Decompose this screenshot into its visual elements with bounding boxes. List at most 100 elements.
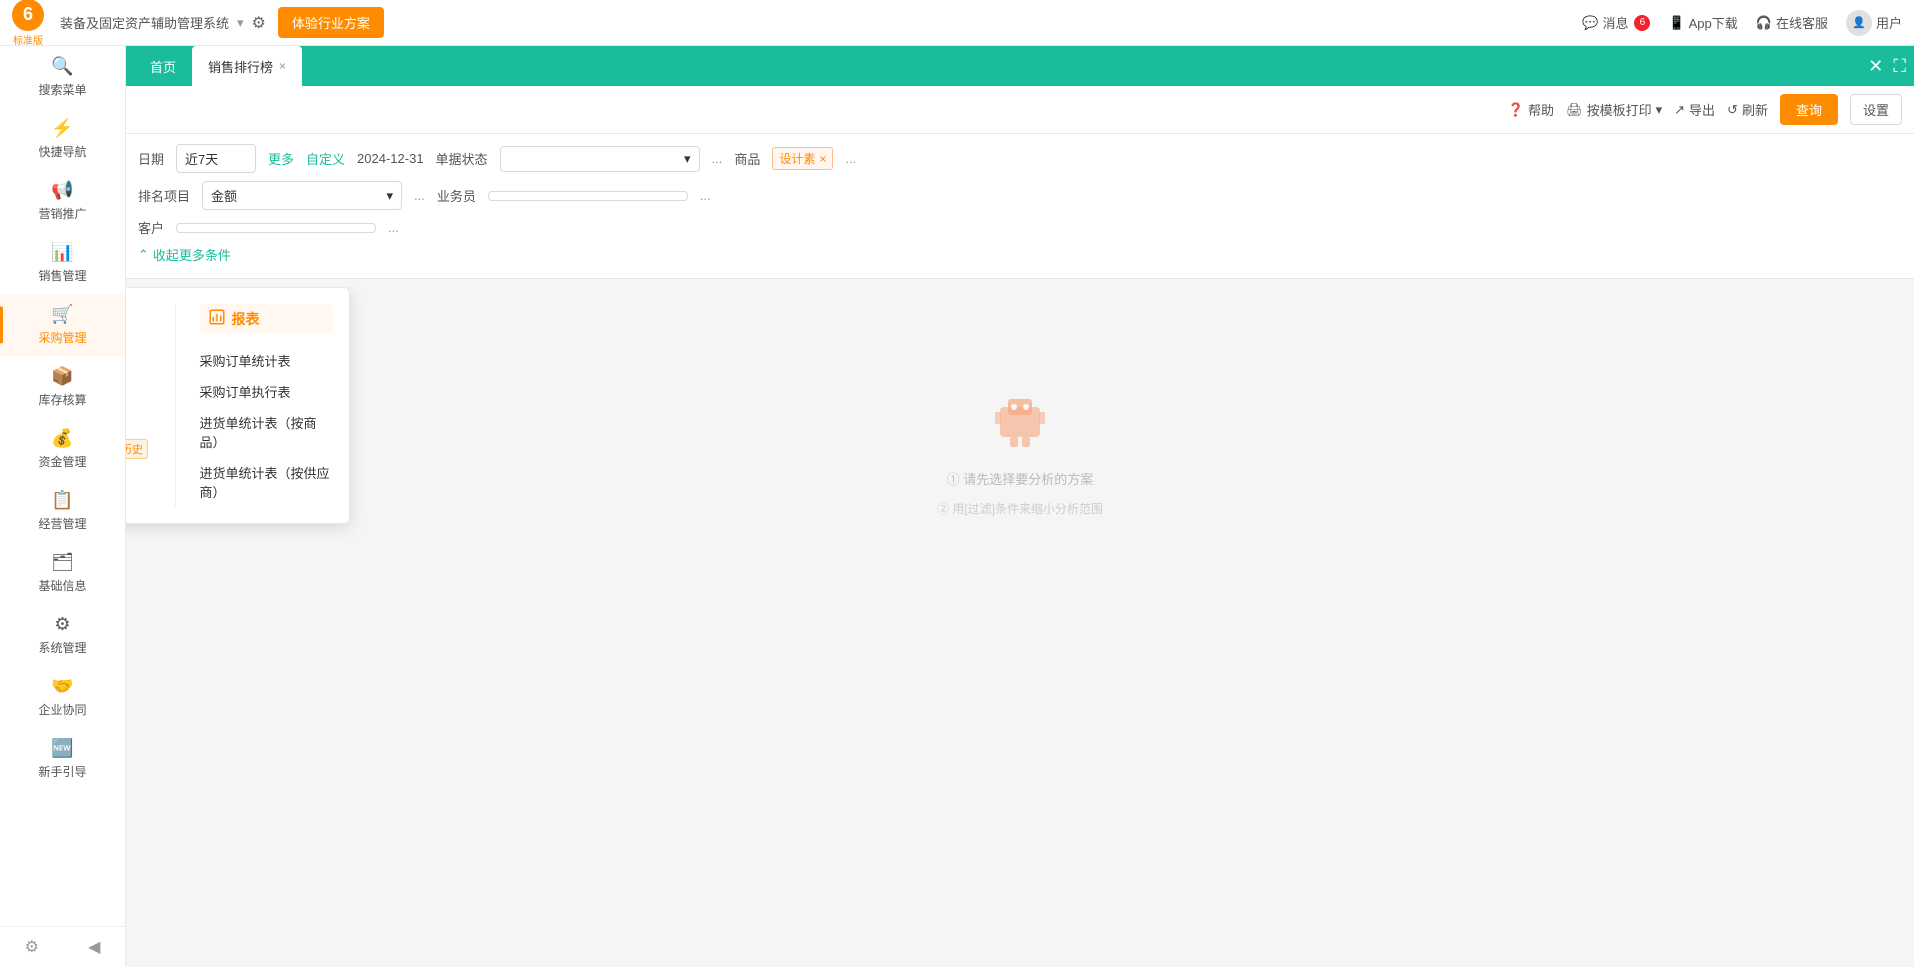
tab-sales-ranking[interactable]: 销售排行榜 ×	[192, 46, 302, 86]
sidebar-label-enterprise: 企业协同	[38, 701, 86, 718]
finance-icon: 💰	[51, 428, 73, 449]
sidebar-item-finance[interactable]: 💰 资金管理	[0, 418, 125, 480]
avatar: 👤	[1846, 10, 1872, 36]
customer-select[interactable]	[176, 223, 376, 233]
menu-item-inbound-stats-goods[interactable]: 进货单统计表（按商品）	[200, 407, 334, 457]
sidebar-label-marketing: 营销推广	[38, 205, 86, 222]
quick-nav-icon: ⚡	[51, 118, 73, 139]
filter-row-2: 排名项目 金额 ▾ ... 业务员 ...	[138, 181, 1902, 210]
goods-tag-close[interactable]: ×	[819, 152, 826, 166]
menu-item-label-inbound-stats-goods: 进货单统计表（按商品）	[200, 413, 334, 451]
empty-hint-2: ② 用[过滤]条件来缩小分析范围	[937, 500, 1103, 517]
sidebar-item-sales[interactable]: 📊 销售管理	[0, 232, 125, 294]
menu-item-inbound-stats-supplier[interactable]: 进货单统计表（按供应商）	[200, 457, 334, 507]
sidebar-item-guide[interactable]: 🆕 新手引导	[0, 728, 125, 790]
purchase-section: 采购业务 采购订单 历史 进货单 历史 进货退货 历史	[126, 304, 151, 507]
empty-hint-1: ① 请先选择要分析的方案	[947, 469, 1094, 488]
menu-item-inbound[interactable]: 进货单 历史	[126, 369, 151, 401]
empty-state-icon	[980, 377, 1060, 457]
tab-home[interactable]: 首页	[134, 46, 192, 86]
tab-fullscreen-btn[interactable]: ⛶	[1893, 56, 1906, 77]
date-label: 日期	[138, 149, 164, 168]
refresh-btn[interactable]: ↺ 刷新	[1727, 100, 1768, 119]
settings-icon[interactable]: ⚙	[252, 13, 266, 33]
sidebar-item-quick-nav[interactable]: ⚡ 快捷导航	[0, 108, 125, 170]
customer-dots[interactable]: ...	[388, 220, 399, 235]
logo-icon: 6	[12, 0, 44, 31]
help-label: 帮助	[1528, 100, 1554, 119]
sidebar-item-purchase[interactable]: 🛒 采购管理	[0, 294, 125, 356]
collapse-btn[interactable]: ⌃ 收起更多条件	[138, 245, 1902, 264]
sys-title-dropdown-icon[interactable]: ▾	[237, 15, 244, 31]
export-btn[interactable]: ↗ 导出	[1674, 100, 1715, 119]
report-section-icon	[208, 308, 226, 329]
refresh-label: 刷新	[1742, 100, 1768, 119]
marketing-icon: 📢	[51, 180, 73, 201]
menu-item-purchase-expense[interactable]: 采购费用分摊单 历史	[126, 433, 151, 465]
empty-state: ① 请先选择要分析的方案 ② 用[过滤]条件来缩小分析范围	[136, 297, 1904, 597]
refresh-icon: ↺	[1727, 102, 1738, 118]
tab-close-icon[interactable]: ×	[279, 59, 286, 73]
tab-sales-ranking-label: 销售排行榜	[208, 57, 273, 76]
date-custom-btn[interactable]: 自定义	[306, 149, 345, 168]
page-content: ① 请先选择要分析的方案 ② 用[过滤]条件来缩小分析范围	[126, 287, 1914, 967]
menu-item-label-po-stats: 采购订单统计表	[200, 351, 291, 370]
help-btn[interactable]: ❓ 帮助	[1508, 100, 1554, 119]
report-section: 报表 采购订单统计表 采购订单执行表 进货单统计表（按商品） 进货单统计表（按供	[200, 304, 334, 507]
purchase-expense-badge: 历史	[126, 439, 148, 459]
sidebar-item-enterprise[interactable]: 🤝 企业协同	[0, 666, 125, 728]
menu-item-purchase-order[interactable]: 采购订单 历史	[126, 337, 151, 369]
collapse-area: ⌃ 收起更多条件	[138, 245, 1902, 264]
sidebar-item-marketing[interactable]: 📢 营销推广	[0, 170, 125, 232]
online-service-btn[interactable]: 🎧 在线客服	[1756, 13, 1828, 32]
notifications-btn[interactable]: 💬 消息 6	[1582, 13, 1650, 32]
ranking-value: 金额	[211, 186, 237, 205]
settings-toolbar-btn[interactable]: 设置	[1850, 94, 1902, 125]
goods-dots[interactable]: ...	[845, 151, 856, 166]
menu-divider	[175, 304, 176, 507]
help-icon: ❓	[1508, 102, 1524, 118]
salesperson-label: 业务员	[437, 186, 476, 205]
date-preset-select[interactable]: 近7天	[176, 144, 256, 173]
goods-tag[interactable]: 设计素 ×	[772, 147, 833, 170]
notifications-label: 消息	[1602, 13, 1628, 32]
tab-bar-right: ✕ ⛶	[1868, 56, 1906, 77]
sidebar-item-inventory[interactable]: 📦 库存核算	[0, 356, 125, 418]
ranking-dots[interactable]: ...	[414, 188, 425, 203]
sidebar-collapse-btn[interactable]: ◀	[88, 937, 100, 957]
salesperson-select[interactable]	[488, 191, 688, 201]
voucher-status-dots[interactable]: ...	[712, 151, 723, 166]
menu-item-purchase-order-exec[interactable]: 采购订单执行表	[200, 376, 334, 407]
print-template-btn[interactable]: 🖨 按模板打印 ▾	[1566, 100, 1662, 119]
sidebar-item-operations[interactable]: 📋 经营管理	[0, 480, 125, 542]
sidebar-label-quick-nav: 快捷导航	[38, 143, 86, 160]
tab-close-btn[interactable]: ✕	[1868, 56, 1883, 77]
query-btn[interactable]: 查询	[1780, 94, 1838, 125]
menu-item-purchase-order-stats[interactable]: 采购订单统计表	[200, 345, 334, 376]
ranking-select[interactable]: 金额 ▾	[202, 181, 402, 210]
sidebar-item-search[interactable]: 🔍 搜索菜单	[0, 46, 125, 108]
date-range-end: 2024-12-31	[357, 151, 424, 166]
content-area: 首页 销售排行榜 × ✕ ⛶ ❓ 帮助 🖨 按模板	[126, 46, 1914, 967]
report-section-title: 报表	[200, 304, 334, 333]
logo-text: 标准版	[13, 32, 43, 47]
ranking-label: 排名项目	[138, 186, 190, 205]
voucher-status-label: 单据状态	[436, 149, 488, 168]
top-bar: 6 标准版 装备及固定资产辅助管理系统 ▾ ⚙ 体验行业方案 💬 消息 6 📱 …	[0, 0, 1914, 46]
voucher-status-select[interactable]: ▾	[500, 146, 700, 172]
filter-row-1: 日期 近7天 更多 自定义 2024-12-31 单据状态 ▾ ... 商品	[138, 144, 1902, 173]
user-area[interactable]: 👤 用户	[1846, 10, 1902, 36]
app-download-btn[interactable]: 📱 App下载	[1668, 13, 1737, 32]
salesperson-dots[interactable]: ...	[700, 188, 711, 203]
voucher-status-dropdown-icon: ▾	[684, 151, 691, 167]
industry-btn[interactable]: 体验行业方案	[278, 7, 384, 38]
sidebar-item-system[interactable]: ⚙ 系统管理	[0, 604, 125, 666]
menu-item-label-inbound-stats-supplier: 进货单统计表（按供应商）	[200, 463, 334, 501]
date-more-btn[interactable]: 更多	[268, 149, 294, 168]
sidebar: 🔍 搜索菜单 ⚡ 快捷导航 📢 营销推广 📊 销售管理 🛒 采购管理 📦	[0, 46, 126, 967]
sidebar-item-basic-info[interactable]: 🗂 基础信息	[0, 542, 125, 604]
user-label: 用户	[1876, 13, 1902, 32]
menu-item-return[interactable]: 进货退货 历史	[126, 401, 151, 433]
sidebar-settings-btn[interactable]: ⚙	[25, 937, 39, 957]
top-bar-right: 💬 消息 6 📱 App下载 🎧 在线客服 👤 用户	[1582, 10, 1902, 36]
